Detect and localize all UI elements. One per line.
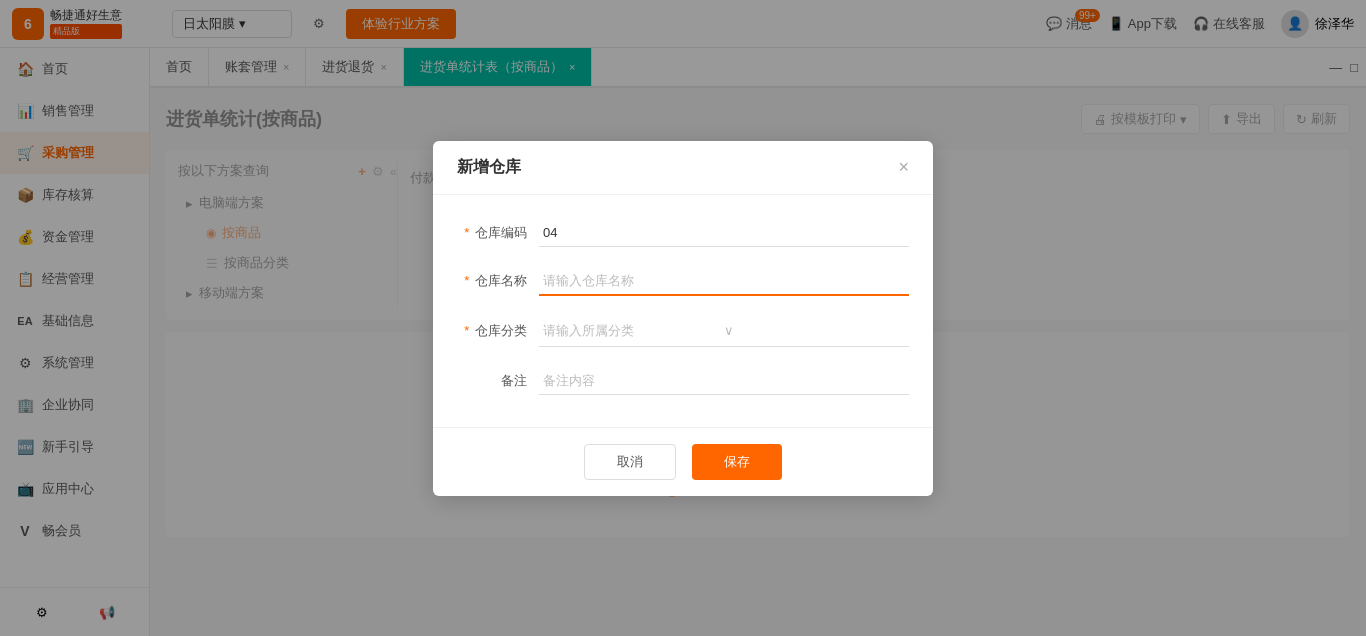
warehouse-category-select[interactable]: 请输入所属分类 ∨ — [539, 316, 909, 347]
warehouse-code-label: * 仓库编码 — [457, 224, 527, 242]
modal-close-button[interactable]: × — [898, 157, 909, 178]
warehouse-name-input[interactable] — [539, 267, 909, 296]
warehouse-code-row: * 仓库编码 — [457, 219, 909, 247]
warehouse-note-input[interactable] — [539, 367, 909, 395]
warehouse-category-label: * 仓库分类 — [457, 322, 527, 340]
save-button[interactable]: 保存 — [692, 444, 782, 480]
category-dropdown-icon: ∨ — [724, 323, 905, 338]
warehouse-category-row: * 仓库分类 请输入所属分类 ∨ — [457, 316, 909, 347]
add-warehouse-modal: 新增仓库 × * 仓库编码 * 仓库名称 * 仓库分 — [433, 141, 933, 496]
cancel-button[interactable]: 取消 — [584, 444, 676, 480]
warehouse-name-label: * 仓库名称 — [457, 272, 527, 290]
warehouse-note-row: 备注 — [457, 367, 909, 395]
warehouse-code-input[interactable] — [539, 219, 909, 247]
warehouse-name-row: * 仓库名称 — [457, 267, 909, 296]
modal-title: 新增仓库 — [457, 157, 521, 178]
warehouse-note-label: 备注 — [457, 372, 527, 390]
modal-overlay: 新增仓库 × * 仓库编码 * 仓库名称 * 仓库分 — [0, 0, 1366, 636]
